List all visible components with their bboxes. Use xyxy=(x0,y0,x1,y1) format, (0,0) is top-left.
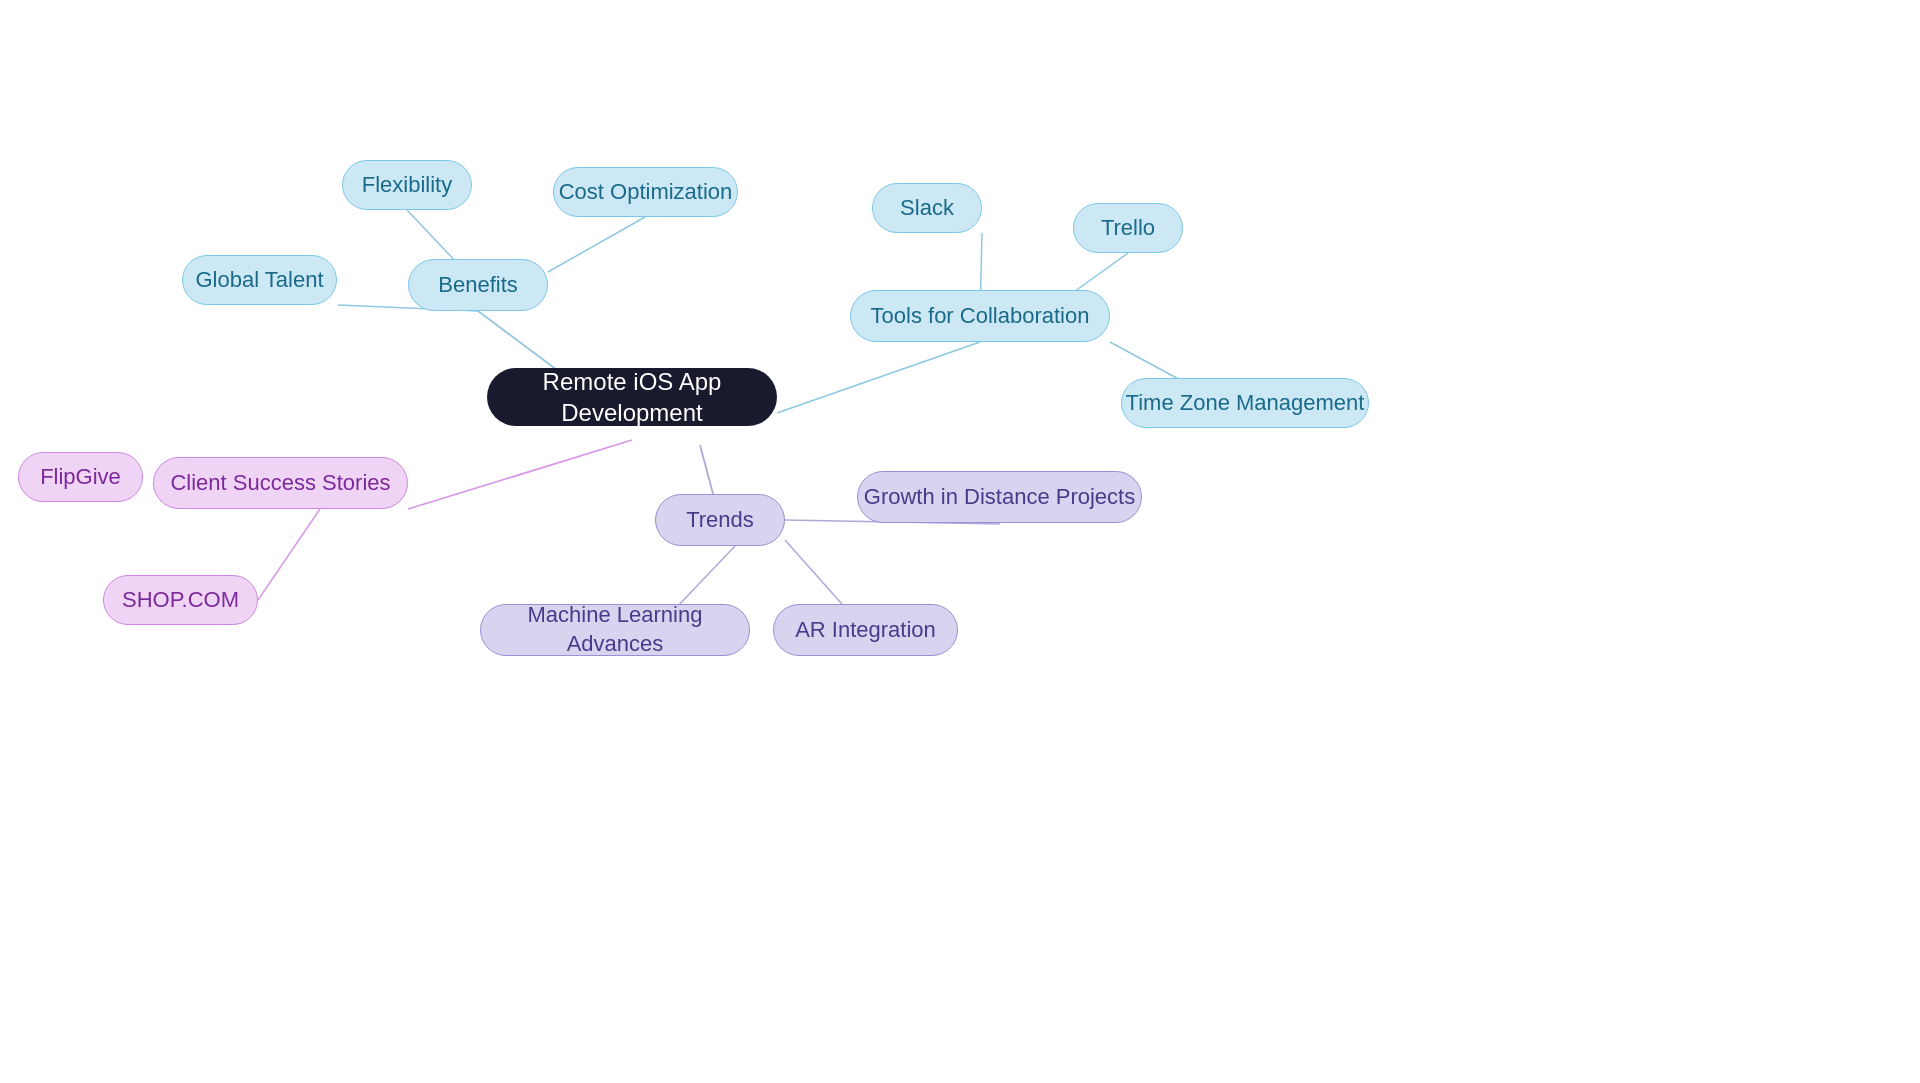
trello-node[interactable]: Trello xyxy=(1073,203,1183,253)
growth-label: Growth in Distance Projects xyxy=(864,483,1135,512)
cost-optimization-label: Cost Optimization xyxy=(559,178,733,207)
center-node[interactable]: Remote iOS App Development xyxy=(487,368,777,426)
slack-node[interactable]: Slack xyxy=(872,183,982,233)
shopcom-label: SHOP.COM xyxy=(122,586,239,615)
tools-node[interactable]: Tools for Collaboration xyxy=(850,290,1110,342)
flexibility-label: Flexibility xyxy=(362,171,452,200)
timezone-node[interactable]: Time Zone Management xyxy=(1121,378,1369,428)
svg-line-14 xyxy=(258,509,320,600)
slack-label: Slack xyxy=(900,194,954,223)
client-success-label: Client Success Stories xyxy=(170,469,390,498)
ml-label: Machine Learning Advances xyxy=(481,601,749,658)
svg-line-4 xyxy=(777,342,980,413)
center-node-label: Remote iOS App Development xyxy=(523,366,741,428)
shopcom-node[interactable]: SHOP.COM xyxy=(103,575,258,625)
trends-label: Trends xyxy=(686,506,754,535)
flipgive-label: FlipGive xyxy=(40,463,121,492)
flexibility-node[interactable]: Flexibility xyxy=(342,160,472,210)
benefits-label: Benefits xyxy=(438,271,518,300)
cost-optimization-node[interactable]: Cost Optimization xyxy=(553,167,738,217)
timezone-label: Time Zone Management xyxy=(1126,389,1365,418)
svg-line-2 xyxy=(548,217,645,272)
svg-line-12 xyxy=(408,440,632,509)
flipgive-node[interactable]: FlipGive xyxy=(18,452,143,502)
benefits-node[interactable]: Benefits xyxy=(408,259,548,311)
ml-node[interactable]: Machine Learning Advances xyxy=(480,604,750,656)
growth-node[interactable]: Growth in Distance Projects xyxy=(857,471,1142,523)
tools-label: Tools for Collaboration xyxy=(871,302,1090,331)
ar-label: AR Integration xyxy=(795,616,936,645)
ar-node[interactable]: AR Integration xyxy=(773,604,958,656)
global-talent-label: Global Talent xyxy=(195,266,323,295)
trello-label: Trello xyxy=(1101,214,1155,243)
global-talent-node[interactable]: Global Talent xyxy=(182,255,337,305)
client-success-node[interactable]: Client Success Stories xyxy=(153,457,408,509)
trends-node[interactable]: Trends xyxy=(655,494,785,546)
